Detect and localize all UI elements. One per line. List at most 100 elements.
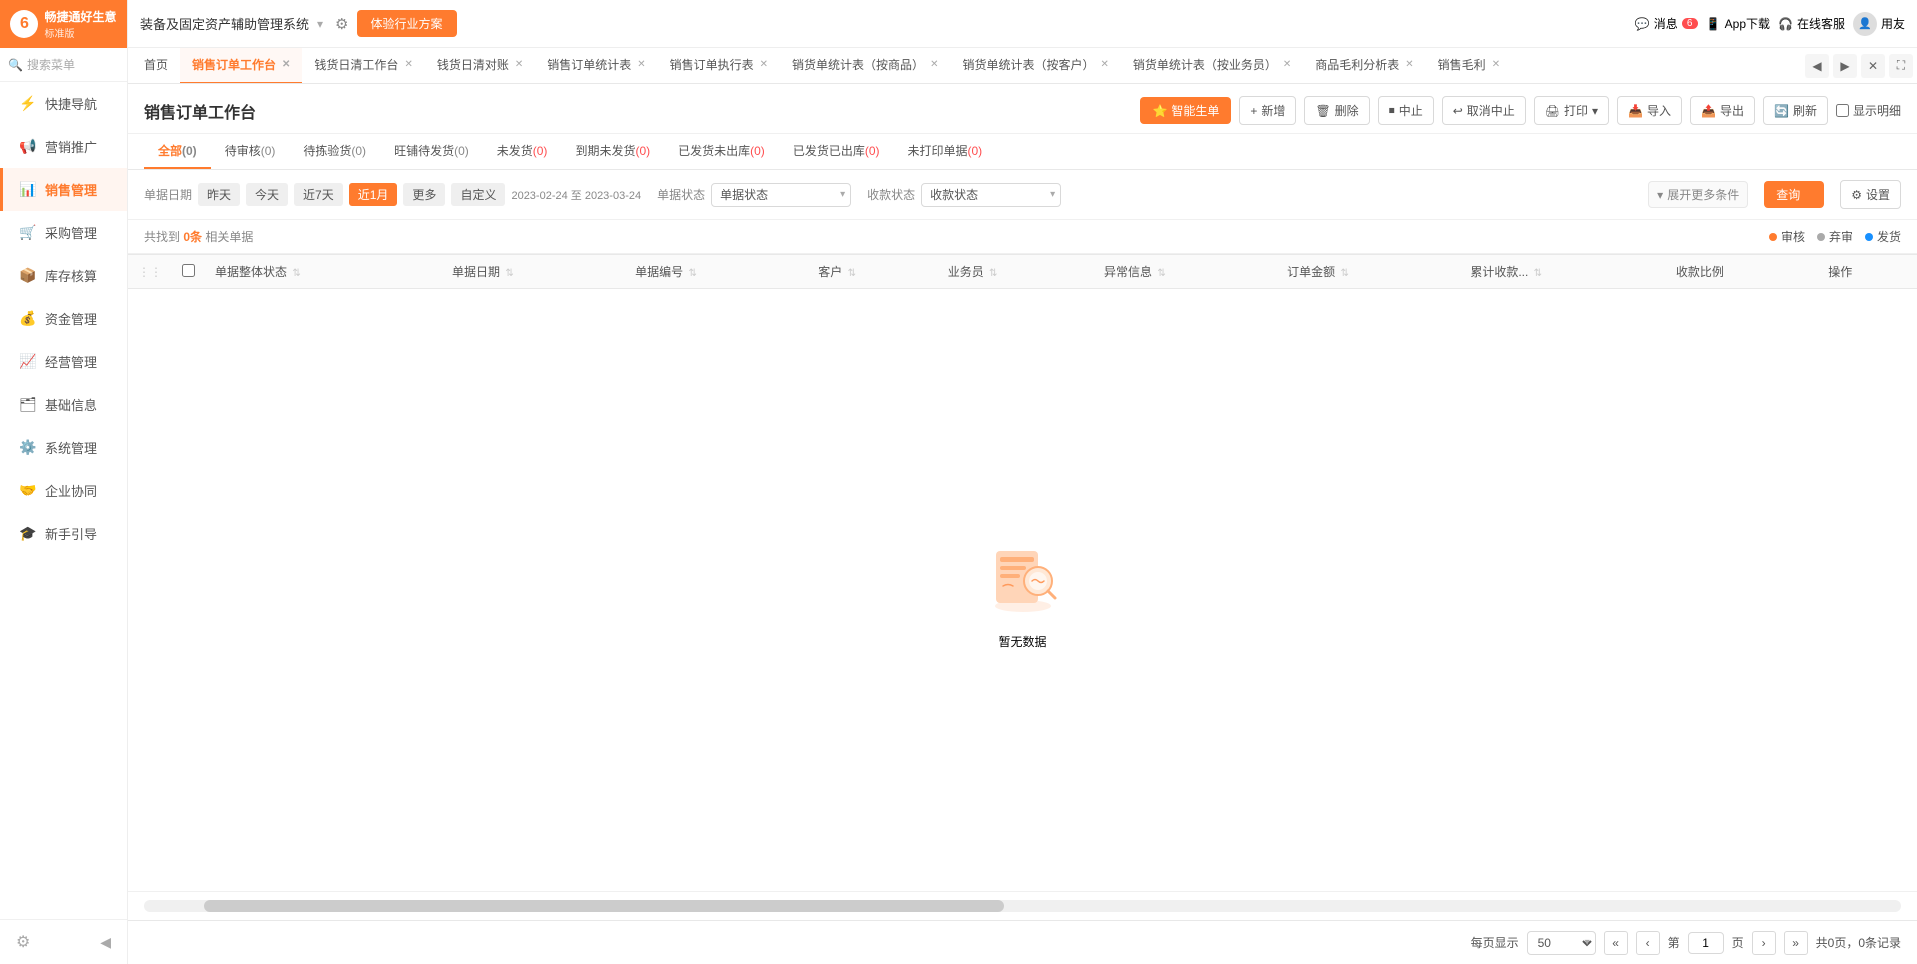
- expand-btn[interactable]: ▾ 展开更多条件: [1648, 181, 1748, 208]
- tab-fullscreen[interactable]: ⛶: [1889, 54, 1913, 78]
- tab-margin-analysis[interactable]: 商品毛利分析表✕: [1303, 48, 1425, 84]
- page-next-btn[interactable]: ›: [1752, 931, 1776, 955]
- add-btn[interactable]: + 新增: [1239, 96, 1296, 125]
- cancel-stop-btn[interactable]: ↩ 取消中止: [1442, 96, 1526, 125]
- tab-close-sales-exec[interactable]: ✕: [760, 59, 768, 70]
- sub-tab-count-shipped-not-out: (0): [750, 144, 765, 158]
- export-btn[interactable]: 📤 导出: [1690, 96, 1755, 125]
- tab-close-sales-stats[interactable]: ✕: [637, 59, 645, 70]
- tab-close-margin-analysis[interactable]: ✕: [1405, 59, 1413, 70]
- sub-tab-all[interactable]: 全部(0): [144, 134, 211, 169]
- sidebar-item-quick-nav[interactable]: ⚡快捷导航: [0, 82, 127, 125]
- op-review[interactable]: 审核: [1769, 228, 1805, 245]
- industry-btn[interactable]: 体验行业方案: [357, 10, 457, 37]
- sub-tab-shipped-not-out[interactable]: 已发货未出库(0): [664, 134, 779, 169]
- sidebar-item-purchase-mgmt[interactable]: 🛒采购管理: [0, 211, 127, 254]
- select-all-checkbox[interactable]: [182, 264, 195, 277]
- collapse-icon[interactable]: ◀: [100, 934, 111, 951]
- tab-close-all[interactable]: ✕: [1861, 54, 1885, 78]
- show-detail-input[interactable]: [1836, 104, 1849, 117]
- sidebar-item-sales-mgmt[interactable]: 📊销售管理: [0, 168, 127, 211]
- sub-tab-wangpu-pending[interactable]: 旺铺待发货(0): [380, 134, 483, 169]
- tab-close-sales-workbench[interactable]: ✕: [282, 59, 290, 70]
- sub-tab-not-printed[interactable]: 未打印单据(0): [894, 134, 997, 169]
- stop-btn[interactable]: ⏹ 中止: [1378, 96, 1434, 125]
- sort-amount-icon[interactable]: ⇅: [1341, 268, 1349, 279]
- tab-sales-exec[interactable]: 销售订单执行表✕: [658, 48, 780, 84]
- settings-icon[interactable]: ⚙: [16, 932, 30, 952]
- sort-customer-icon[interactable]: ⇅: [848, 268, 856, 279]
- tab-sales-stats[interactable]: 销售订单统计表✕: [535, 48, 657, 84]
- sidebar-item-finance[interactable]: 💰资金管理: [0, 297, 127, 340]
- scroll-thumb[interactable]: [204, 900, 1004, 912]
- topbar-gear-icon[interactable]: ⚙: [335, 15, 348, 33]
- tab-nav-prev[interactable]: ◀: [1805, 54, 1829, 78]
- tab-cash-reconcile[interactable]: 钱货日清对账✕: [425, 48, 535, 84]
- delete-btn[interactable]: 🗑 删除: [1304, 96, 1369, 125]
- topbar-dropdown-icon[interactable]: ▾: [317, 17, 323, 31]
- tab-sales-summary-staff[interactable]: 销货单统计表（按业务员）✕: [1121, 48, 1303, 84]
- page-last-btn[interactable]: »: [1784, 931, 1808, 955]
- tab-close-sales-summary-product[interactable]: ✕: [930, 59, 938, 70]
- sort-status-icon[interactable]: ⇅: [292, 268, 300, 279]
- page-input[interactable]: [1688, 932, 1724, 954]
- sub-tab-shipped-out[interactable]: 已发货已出库(0): [779, 134, 894, 169]
- import-btn[interactable]: 📥 导入: [1617, 96, 1682, 125]
- sort-exception-icon[interactable]: ⇅: [1157, 268, 1165, 279]
- tab-close-sales-summary-customer[interactable]: ✕: [1100, 59, 1108, 70]
- tab-sales-summary-customer[interactable]: 销货单统计表（按客户）✕: [950, 48, 1120, 84]
- sidebar-item-system[interactable]: ⚙️系统管理: [0, 426, 127, 469]
- tab-close-sales-gross[interactable]: ✕: [1492, 59, 1500, 70]
- sidebar-item-basic-info[interactable]: 🗂基础信息: [0, 383, 127, 426]
- tab-close-sales-summary-staff[interactable]: ✕: [1283, 59, 1291, 70]
- page-prev-btn[interactable]: ‹: [1636, 931, 1660, 955]
- date-btn-today[interactable]: 今天: [246, 183, 288, 206]
- sidebar-item-newbie[interactable]: 🎓新手引导: [0, 512, 127, 555]
- settings-btn[interactable]: ⚙ 设置: [1840, 180, 1901, 209]
- print-btn[interactable]: 🖨 打印 ▾: [1534, 96, 1609, 125]
- show-detail-checkbox[interactable]: 显示明细: [1836, 102, 1901, 119]
- sort-date-icon[interactable]: ⇅: [505, 268, 513, 279]
- op-cancel-review[interactable]: 弃审: [1817, 228, 1853, 245]
- th-check[interactable]: [172, 255, 205, 289]
- tab-sales-workbench[interactable]: 销售订单工作台✕: [180, 48, 302, 84]
- tab-sales-summary-product[interactable]: 销货单统计表（按商品）✕: [780, 48, 950, 84]
- date-btn-1month[interactable]: 近1月: [349, 183, 398, 206]
- date-btn-yesterday[interactable]: 昨天: [198, 183, 240, 206]
- sub-tab-expired-not-shipped[interactable]: 到期未发货(0): [561, 134, 664, 169]
- topbar-app-download[interactable]: 📱 App下载: [1706, 15, 1770, 32]
- sidebar-item-operations[interactable]: 📈经营管理: [0, 340, 127, 383]
- topbar-user[interactable]: 👤 用友: [1853, 12, 1905, 36]
- date-btn-custom[interactable]: 自定义: [451, 183, 505, 206]
- tab-sales-gross[interactable]: 销售毛利✕: [1426, 48, 1512, 84]
- th-exception: 异常信息 ⇅: [1094, 255, 1277, 289]
- tab-close-cash-reconcile[interactable]: ✕: [515, 59, 523, 70]
- sub-tab-pending-review[interactable]: 待审核(0): [211, 134, 290, 169]
- tab-close-cash-daily[interactable]: ✕: [404, 59, 412, 70]
- topbar-online-service[interactable]: 🎧 在线客服: [1778, 15, 1845, 32]
- sidebar-item-inventory[interactable]: 📦库存核算: [0, 254, 127, 297]
- date-btn-more[interactable]: 更多: [403, 183, 445, 206]
- date-btn-7days[interactable]: 近7天: [294, 183, 343, 206]
- smart-btn[interactable]: ⭐ 智能生单: [1140, 97, 1231, 124]
- tab-cash-daily[interactable]: 钱货日清工作台✕: [302, 48, 424, 84]
- sub-tab-not-shipped[interactable]: 未发货(0): [483, 134, 562, 169]
- refresh-btn[interactable]: 🔄 刷新: [1763, 96, 1828, 125]
- page-size-select[interactable]: 10 20 50 100: [1527, 931, 1596, 955]
- tab-nav-next[interactable]: ▶: [1833, 54, 1857, 78]
- sub-tab-count-expired-not-shipped: (0): [635, 144, 650, 158]
- topbar-message[interactable]: 💬 消息 6: [1635, 15, 1698, 32]
- sort-salesperson-icon[interactable]: ⇅: [989, 268, 997, 279]
- sort-collected-icon[interactable]: ⇅: [1534, 268, 1542, 279]
- page-first-btn[interactable]: «: [1604, 931, 1628, 955]
- sort-number-icon[interactable]: ⇅: [688, 268, 696, 279]
- status-select[interactable]: 单据状态: [711, 183, 851, 207]
- payment-select[interactable]: 收款状态: [921, 183, 1061, 207]
- sidebar-item-enterprise[interactable]: 🤝企业协同: [0, 469, 127, 512]
- query-btn[interactable]: 查询: [1764, 181, 1824, 208]
- op-ship[interactable]: 发货: [1865, 228, 1901, 245]
- sidebar-item-marketing[interactable]: 📢营销推广: [0, 125, 127, 168]
- tab-home[interactable]: 首页: [132, 48, 180, 84]
- sidebar-search[interactable]: 🔍 搜索菜单: [0, 48, 127, 82]
- sub-tab-pending-inspection[interactable]: 待拣验货(0): [289, 134, 380, 169]
